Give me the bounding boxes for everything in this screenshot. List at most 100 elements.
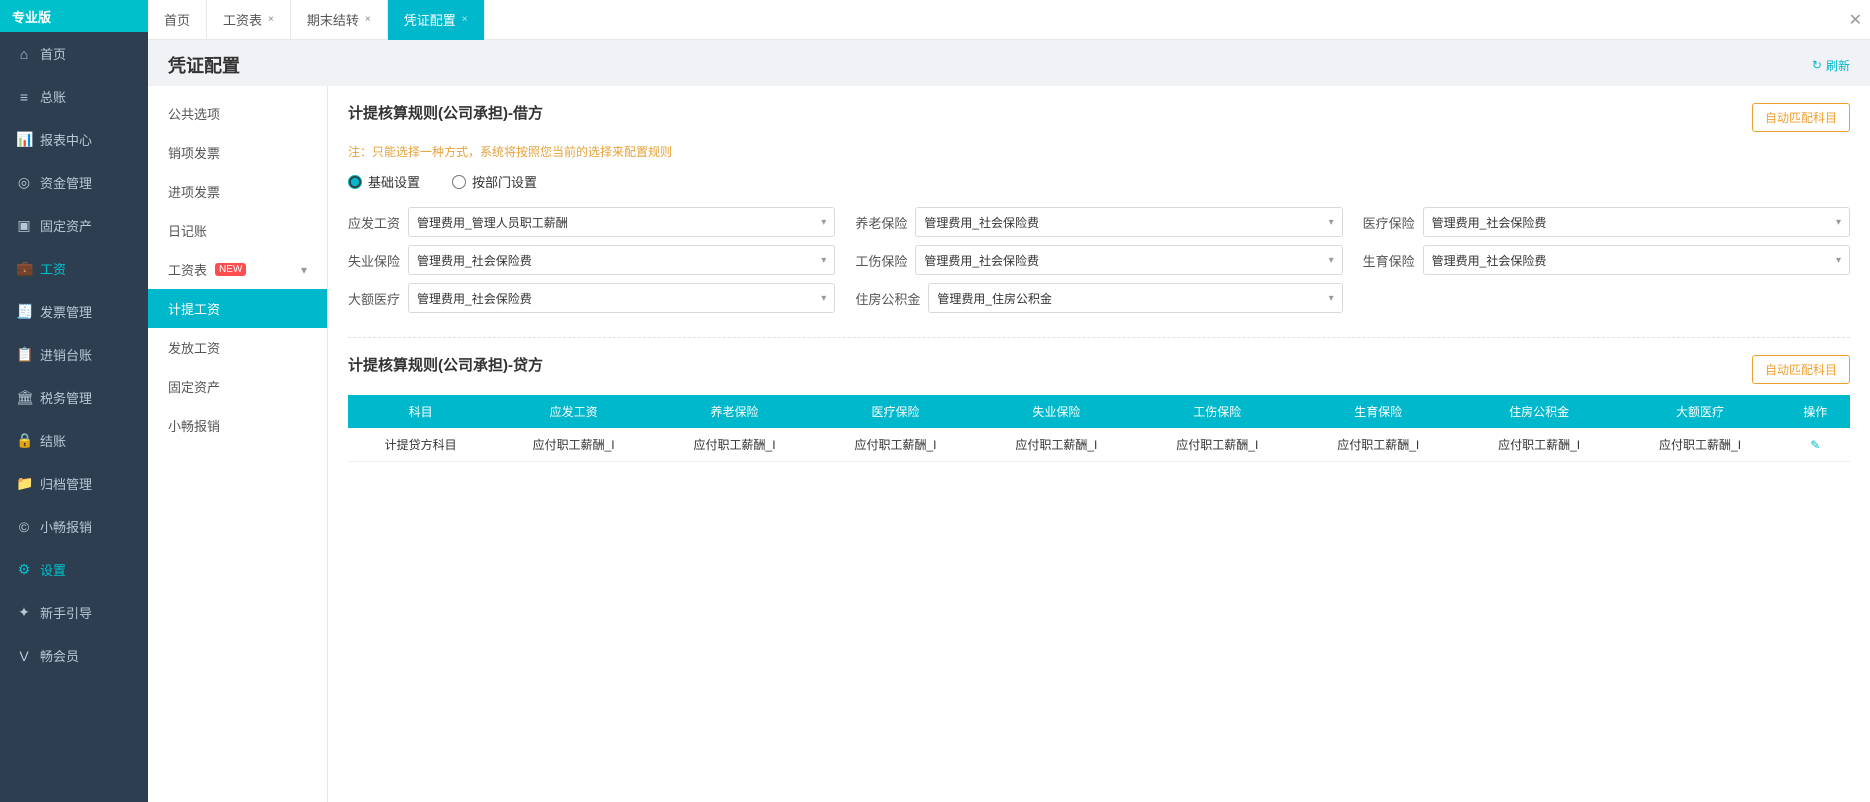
home-icon: ⌂ <box>16 46 32 62</box>
menu-item-payroll-accrual[interactable]: 计提工资 <box>148 289 327 328</box>
menu-item-label: 计提工资 <box>168 299 220 318</box>
major-medical-select-value: 管理费用_社会保险费 <box>417 290 821 307</box>
sidebar-item-payroll[interactable]: 💼 工资 <box>0 247 148 290</box>
radio-basic-input[interactable] <box>348 175 362 189</box>
radio-basic[interactable]: 基础设置 <box>348 172 420 191</box>
section-credit: 计提核算规则(公司承担)-贷方 自动匹配科目 科目 应发工资 养老保险 医疗保险… <box>348 354 1850 462</box>
row-medical: 应付职工薪酬_I <box>815 428 976 462</box>
tab-payroll-table-label: 工资表 <box>223 10 262 29</box>
refresh-label: 刷新 <box>1826 57 1850 74</box>
form-item-empty <box>1363 283 1850 313</box>
sidebar-item-report-center[interactable]: 📊 报表中心 <box>0 118 148 161</box>
sidebar-item-invoice[interactable]: 🧾 发票管理 <box>0 290 148 333</box>
tab-payroll-table-close[interactable]: × <box>268 14 274 25</box>
menu-item-label: 固定资产 <box>168 377 220 396</box>
sidebar-item-label: 总账 <box>40 87 66 106</box>
sidebar-item-tax[interactable]: 🏛 税务管理 <box>0 376 148 419</box>
pension-select-value: 管理费用_社会保险费 <box>924 214 1328 231</box>
injury-select[interactable]: 管理费用_社会保险费 ▾ <box>915 245 1342 275</box>
page-title: 凭证配置 <box>168 52 240 78</box>
radio-by-dept-label: 按部门设置 <box>472 172 537 191</box>
menu-item-payroll-payment[interactable]: 发放工资 <box>148 328 327 367</box>
chevron-down-icon: ▾ <box>821 217 826 228</box>
sidebar-item-fixed-assets[interactable]: ▣ 固定资产 <box>0 204 148 247</box>
menu-item-public-options[interactable]: 公共选项 <box>148 94 327 133</box>
section-debit: 计提核算规则(公司承担)-借方 自动匹配科目 注：只能选择一种方式，系统将按照您… <box>348 102 1850 313</box>
tab-home[interactable]: 首页 <box>148 0 207 40</box>
sidebar-item-archive[interactable]: 📁 归档管理 <box>0 462 148 505</box>
sidebar-item-label: 结账 <box>40 431 66 450</box>
sidebar-item-fund-management[interactable]: ◎ 资金管理 <box>0 161 148 204</box>
tab-period-closing-close[interactable]: × <box>365 14 371 25</box>
auto-match-credit-button[interactable]: 自动匹配科目 <box>1752 355 1850 384</box>
invoice-icon: 🧾 <box>16 303 32 320</box>
tab-payroll-table[interactable]: 工资表 × <box>207 0 291 40</box>
sidebar-item-label: 工资 <box>40 259 66 278</box>
salary-select[interactable]: 管理费用_管理人员职工薪酬 ▾ <box>408 207 835 237</box>
sidebar-item-label: 进销台账 <box>40 345 92 364</box>
sidebar-item-label: 发票管理 <box>40 302 92 321</box>
th-salary: 应发工资 <box>493 395 654 428</box>
chevron-down-icon: ▾ <box>1329 255 1334 266</box>
unemployment-select-value: 管理费用_社会保险费 <box>417 252 821 269</box>
pension-select[interactable]: 管理费用_社会保险费 ▾ <box>915 207 1342 237</box>
purchase-icon: 📋 <box>16 346 32 363</box>
row-action[interactable]: ✎ <box>1781 428 1850 462</box>
chevron-down-icon: ▾ <box>1836 217 1841 228</box>
menu-item-label: 公共选项 <box>168 104 220 123</box>
chevron-down-icon: ▾ <box>1329 293 1334 304</box>
window-close-button[interactable]: ✕ <box>1849 10 1862 30</box>
menu-item-journal[interactable]: 日记账 <box>148 211 327 250</box>
tab-voucher-config-close[interactable]: × <box>462 14 468 25</box>
refresh-icon: ↻ <box>1812 58 1822 72</box>
xiaochang-icon: © <box>16 519 32 535</box>
menu-item-sales-invoice[interactable]: 销项发票 <box>148 133 327 172</box>
main-area: 首页 工资表 × 期末结转 × 凭证配置 × ✕ 凭证配置 ↻ 刷新 公共选项 <box>148 0 1870 802</box>
housing-fund-select-value: 管理费用_住房公积金 <box>937 290 1328 307</box>
radio-by-dept-input[interactable] <box>452 175 466 189</box>
menu-item-label: 日记账 <box>168 221 207 240</box>
housing-fund-select[interactable]: 管理费用_住房公积金 ▾ <box>928 283 1342 313</box>
menu-item-payroll-table[interactable]: 工资表 NEW ▾ <box>148 250 327 289</box>
sidebar-item-general-ledger[interactable]: ≡ 总账 <box>0 75 148 118</box>
section1-note: 注：只能选择一种方式，系统将按照您当前的选择来配置规则 <box>348 143 1850 160</box>
menu-item-fixed-assets[interactable]: 固定资产 <box>148 367 327 406</box>
major-medical-label: 大额医疗 <box>348 289 400 308</box>
radio-by-dept[interactable]: 按部门设置 <box>452 172 537 191</box>
housing-fund-label: 住房公积金 <box>855 289 920 308</box>
page-header: 凭证配置 ↻ 刷新 <box>148 40 1870 86</box>
sidebar-item-closing[interactable]: 🔒 结账 <box>0 419 148 462</box>
major-medical-select[interactable]: 管理费用_社会保险费 ▾ <box>408 283 835 313</box>
th-housing-fund: 住房公积金 <box>1459 395 1620 428</box>
medical-select[interactable]: 管理费用_社会保险费 ▾ <box>1423 207 1850 237</box>
form-item-injury: 工伤保险 管理费用_社会保险费 ▾ <box>855 245 1342 275</box>
sidebar-item-settings[interactable]: ⚙ 设置 <box>0 548 148 591</box>
sidebar-item-guide[interactable]: ✦ 新手引导 <box>0 591 148 634</box>
refresh-button[interactable]: ↻ 刷新 <box>1812 57 1850 74</box>
sidebar-item-purchase-sales[interactable]: 📋 进销台账 <box>0 333 148 376</box>
th-subject: 科目 <box>348 395 493 428</box>
sidebar-item-label: 资金管理 <box>40 173 92 192</box>
form-item-housing-fund: 住房公积金 管理费用_住房公积金 ▾ <box>855 283 1342 313</box>
unemployment-select[interactable]: 管理费用_社会保险费 ▾ <box>408 245 835 275</box>
form-item-unemployment: 失业保险 管理费用_社会保险费 ▾ <box>348 245 835 275</box>
radio-group: 基础设置 按部门设置 <box>348 172 1850 191</box>
form-item-medical: 医疗保险 管理费用_社会保险费 ▾ <box>1363 207 1850 237</box>
menu-item-expense[interactable]: 小畅报销 <box>148 406 327 445</box>
tab-period-closing[interactable]: 期末结转 × <box>291 0 388 40</box>
edit-icon[interactable]: ✎ <box>1810 438 1820 452</box>
menu-item-purchase-invoice[interactable]: 进项发票 <box>148 172 327 211</box>
salary-select-value: 管理费用_管理人员职工薪酬 <box>417 214 821 231</box>
section2-header: 计提核算规则(公司承担)-贷方 自动匹配科目 <box>348 354 1850 385</box>
sidebar-item-member[interactable]: V 畅会员 <box>0 634 148 677</box>
maternity-select[interactable]: 管理费用_社会保险费 ▾ <box>1423 245 1850 275</box>
sidebar-item-home[interactable]: ⌂ 首页 <box>0 32 148 75</box>
th-major-medical: 大额医疗 <box>1620 395 1781 428</box>
auto-match-debit-button[interactable]: 自动匹配科目 <box>1752 103 1850 132</box>
th-medical: 医疗保险 <box>815 395 976 428</box>
archive-icon: 📁 <box>16 475 32 492</box>
credit-table: 科目 应发工资 养老保险 医疗保险 失业保险 工伤保险 生育保险 住房公积金 大… <box>348 395 1850 462</box>
sidebar-item-xiaochang[interactable]: © 小畅报销 <box>0 505 148 548</box>
form-row-3: 大额医疗 管理费用_社会保险费 ▾ 住房公积金 管理费用_住房公积金 ▾ <box>348 283 1850 313</box>
tab-voucher-config[interactable]: 凭证配置 × <box>388 0 485 40</box>
